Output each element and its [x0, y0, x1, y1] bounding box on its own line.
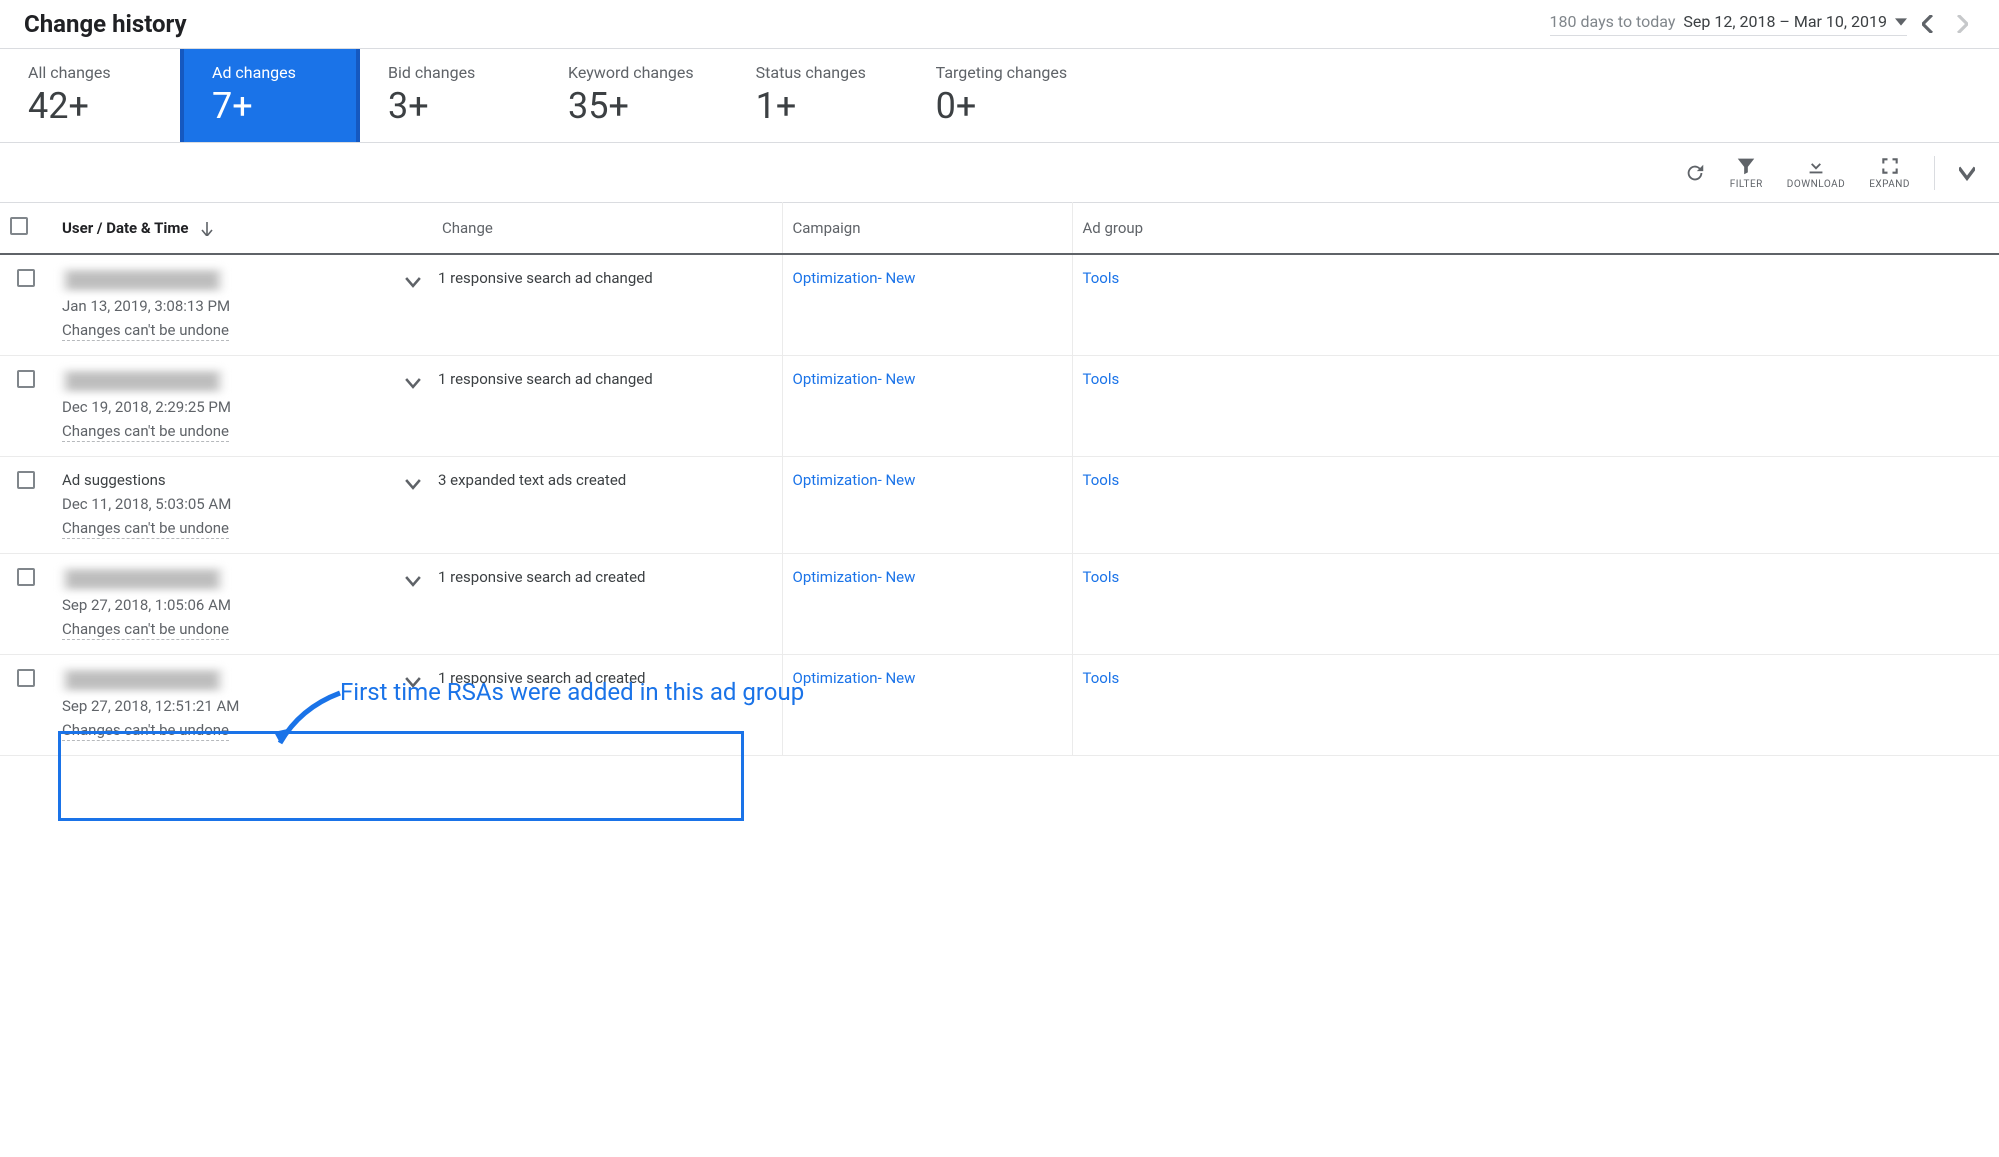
table-row: Ad suggestions Dec 11, 2018, 5:03:05 AM Ch…: [0, 457, 1999, 554]
table-row: ██████████████ Sep 27, 2018, 1:05:06 AM Ch…: [0, 554, 1999, 655]
row-change-text: 1 responsive search ad created: [438, 669, 646, 687]
adgroup-link[interactable]: Tools: [1083, 370, 1120, 388]
tab-value: 42+: [28, 88, 146, 124]
column-user-label: User / Date & Time: [62, 219, 188, 237]
campaign-link[interactable]: Optimization- New: [793, 669, 916, 687]
date-prev-icon[interactable]: [1915, 11, 1941, 37]
tab-bid-changes[interactable]: Bid changes 3+: [360, 49, 540, 142]
campaign-link[interactable]: Optimization- New: [793, 568, 916, 586]
tab-label: Targeting changes: [936, 63, 1067, 82]
adgroup-link[interactable]: Tools: [1083, 669, 1120, 687]
page-title: Change history: [24, 10, 187, 38]
select-all-checkbox[interactable]: [10, 217, 28, 235]
table-row: ██████████████ Sep 27, 2018, 12:51:21 AM C…: [0, 655, 1999, 756]
expand-icon: [1879, 155, 1901, 177]
campaign-link[interactable]: Optimization- New: [793, 370, 916, 388]
filter-button[interactable]: FILTER: [1730, 155, 1763, 190]
tab-value: 7+: [212, 88, 322, 124]
row-checkbox[interactable]: [17, 370, 35, 388]
row-datetime: Dec 11, 2018, 5:03:05 AM: [62, 495, 382, 513]
column-change-label: Change: [442, 219, 493, 237]
row-datetime: Sep 27, 2018, 12:51:21 AM: [62, 697, 382, 715]
download-label: DOWNLOAD: [1787, 179, 1845, 190]
tab-label: Status changes: [756, 63, 874, 82]
adgroup-link[interactable]: Tools: [1083, 269, 1120, 287]
row-checkbox[interactable]: [17, 269, 35, 287]
row-checkbox[interactable]: [17, 471, 35, 489]
date-next-icon: [1949, 11, 1975, 37]
tab-targeting-changes[interactable]: Targeting changes 0+: [908, 49, 1101, 142]
date-range-prefix: 180 days to today: [1550, 12, 1676, 31]
expand-row-icon[interactable]: [402, 372, 424, 394]
tab-label: All changes: [28, 63, 146, 82]
tab-label: Bid changes: [388, 63, 506, 82]
row-undo-note: Changes can't be undone: [62, 620, 229, 640]
user-redacted: ██████████████: [62, 568, 223, 590]
column-change[interactable]: Change: [392, 203, 782, 255]
tab-all-changes[interactable]: All changes 42+: [0, 49, 180, 142]
tab-value: 3+: [388, 88, 506, 124]
refresh-button[interactable]: [1684, 162, 1706, 184]
filter-label: FILTER: [1730, 179, 1763, 190]
row-undo-note: Changes can't be undone: [62, 321, 229, 341]
adgroup-link[interactable]: Tools: [1083, 471, 1120, 489]
tab-value: 0+: [936, 88, 1067, 124]
dropdown-caret-icon[interactable]: [1895, 16, 1907, 28]
tab-value: 35+: [568, 88, 694, 124]
row-datetime: Dec 19, 2018, 2:29:25 PM: [62, 398, 382, 416]
user-redacted: ██████████████: [62, 269, 223, 291]
date-range-picker[interactable]: 180 days to today Sep 12, 2018 – Mar 10,…: [1550, 11, 1975, 37]
expand-row-icon[interactable]: [402, 671, 424, 693]
table-row: ██████████████ Dec 19, 2018, 2:29:25 PM Ch…: [0, 356, 1999, 457]
more-button[interactable]: [1959, 165, 1975, 181]
table-row: ██████████████ Jan 13, 2019, 3:08:13 PM Ch…: [0, 254, 1999, 356]
expand-row-icon[interactable]: [402, 271, 424, 293]
tab-label: Keyword changes: [568, 63, 694, 82]
row-undo-note: Changes can't be undone: [62, 721, 229, 741]
column-campaign-label: Campaign: [793, 219, 861, 237]
user-redacted: ██████████████: [62, 370, 223, 392]
expand-row-icon[interactable]: [402, 570, 424, 592]
row-checkbox[interactable]: [17, 669, 35, 687]
row-change-text: 1 responsive search ad changed: [438, 370, 653, 388]
column-adgroup[interactable]: Ad group: [1072, 203, 1999, 255]
adgroup-link[interactable]: Tools: [1083, 568, 1120, 586]
column-campaign[interactable]: Campaign: [782, 203, 1072, 255]
row-change-text: 1 responsive search ad created: [438, 568, 646, 586]
tab-label: Ad changes: [212, 63, 322, 82]
download-button[interactable]: DOWNLOAD: [1787, 155, 1845, 190]
row-checkbox[interactable]: [17, 568, 35, 586]
row-datetime: Jan 13, 2019, 3:08:13 PM: [62, 297, 382, 315]
row-undo-note: Changes can't be undone: [62, 519, 229, 539]
row-change-text: 1 responsive search ad changed: [438, 269, 653, 287]
expand-button[interactable]: EXPAND: [1869, 155, 1910, 190]
toolbar-separator: [1934, 156, 1935, 190]
tab-ad-changes[interactable]: Ad changes 7+: [180, 49, 360, 142]
row-undo-note: Changes can't be undone: [62, 422, 229, 442]
filter-icon: [1735, 155, 1757, 177]
tab-status-changes[interactable]: Status changes 1+: [728, 49, 908, 142]
tab-value: 1+: [756, 88, 874, 124]
expand-row-icon[interactable]: [402, 473, 424, 495]
user-redacted: ██████████████: [62, 669, 223, 691]
column-user-date[interactable]: User / Date & Time: [52, 203, 392, 255]
column-adgroup-label: Ad group: [1083, 219, 1144, 237]
user-name: Ad suggestions: [62, 471, 166, 489]
sort-desc-icon: [200, 222, 214, 236]
expand-label: EXPAND: [1869, 179, 1910, 190]
row-datetime: Sep 27, 2018, 1:05:06 AM: [62, 596, 382, 614]
row-change-text: 3 expanded text ads created: [438, 471, 626, 489]
download-icon: [1805, 155, 1827, 177]
campaign-link[interactable]: Optimization- New: [793, 269, 916, 287]
date-range-text: Sep 12, 2018 – Mar 10, 2019: [1683, 12, 1887, 31]
tab-keyword-changes[interactable]: Keyword changes 35+: [540, 49, 728, 142]
campaign-link[interactable]: Optimization- New: [793, 471, 916, 489]
